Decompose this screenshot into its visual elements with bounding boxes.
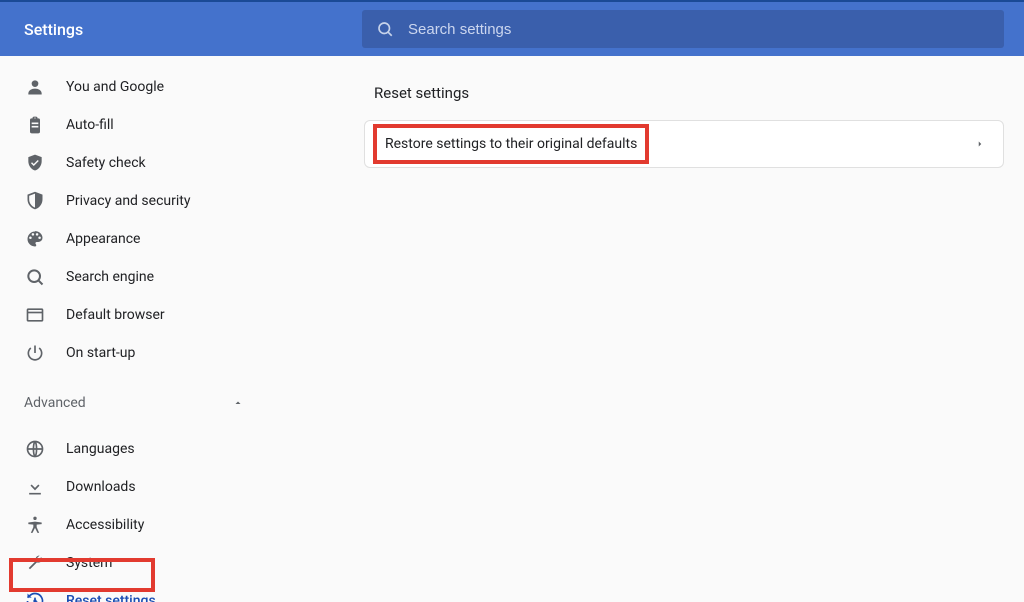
sidebar-item-languages[interactable]: Languages	[0, 430, 280, 468]
caret-up-icon	[232, 397, 244, 409]
sidebar-item-label: System	[66, 555, 112, 571]
highlight-box: Restore settings to their original defau…	[383, 134, 639, 154]
search-box[interactable]	[362, 10, 1004, 48]
sidebar-item-label: Reset settings	[66, 593, 156, 602]
search-icon	[24, 266, 46, 288]
sidebar-item-reset-settings[interactable]: Reset settings	[0, 582, 280, 602]
sidebar-item-label: You and Google	[66, 79, 164, 95]
clipboard-icon	[24, 114, 46, 136]
restore-icon	[24, 590, 46, 602]
sidebar-item-label: Privacy and security	[66, 193, 190, 209]
sidebar-item-privacy[interactable]: Privacy and security	[0, 182, 280, 220]
sidebar-item-downloads[interactable]: Downloads	[0, 468, 280, 506]
sidebar-item-label: Safety check	[66, 155, 146, 171]
sidebar-item-accessibility[interactable]: Accessibility	[0, 506, 280, 544]
sidebar: You and Google Auto-fill Safety check Pr…	[0, 56, 280, 602]
chevron-right-icon	[975, 139, 985, 149]
sidebar-item-safety-check[interactable]: Safety check	[0, 144, 280, 182]
sidebar-item-label: Languages	[66, 441, 135, 457]
sidebar-advanced-toggle[interactable]: Advanced	[0, 380, 280, 426]
sidebar-item-label: Downloads	[66, 479, 136, 495]
topbar: Settings	[0, 0, 1024, 56]
accessibility-icon	[24, 514, 46, 536]
power-icon	[24, 342, 46, 364]
sidebar-item-default-browser[interactable]: Default browser	[0, 296, 280, 334]
sidebar-item-autofill[interactable]: Auto-fill	[0, 106, 280, 144]
section-title: Reset settings	[374, 84, 1004, 102]
sidebar-item-label: Search engine	[66, 269, 154, 285]
person-icon	[24, 76, 46, 98]
search-icon	[376, 20, 394, 38]
wrench-icon	[24, 552, 46, 574]
main-content: Reset settings Restore settings to their…	[280, 56, 1024, 602]
sidebar-item-appearance[interactable]: Appearance	[0, 220, 280, 258]
sidebar-item-label: On start-up	[66, 345, 135, 361]
advanced-label: Advanced	[24, 395, 232, 411]
palette-icon	[24, 228, 46, 250]
shield-check-icon	[24, 152, 46, 174]
sidebar-item-system[interactable]: System	[0, 544, 280, 582]
browser-icon	[24, 304, 46, 326]
download-icon	[24, 476, 46, 498]
page-title: Settings	[24, 20, 362, 39]
sidebar-item-label: Appearance	[66, 231, 140, 247]
sidebar-item-you-and-google[interactable]: You and Google	[0, 68, 280, 106]
sidebar-item-label: Default browser	[66, 307, 165, 323]
search-input[interactable]	[408, 21, 990, 38]
sidebar-item-label: Accessibility	[66, 517, 144, 533]
globe-icon	[24, 438, 46, 460]
restore-defaults-row[interactable]: Restore settings to their original defau…	[365, 121, 1003, 167]
settings-card: Restore settings to their original defau…	[364, 120, 1004, 168]
sidebar-item-label: Auto-fill	[66, 117, 114, 133]
shield-icon	[24, 190, 46, 212]
row-label: Restore settings to their original defau…	[383, 134, 975, 154]
sidebar-item-search-engine[interactable]: Search engine	[0, 258, 280, 296]
sidebar-item-on-startup[interactable]: On start-up	[0, 334, 280, 372]
